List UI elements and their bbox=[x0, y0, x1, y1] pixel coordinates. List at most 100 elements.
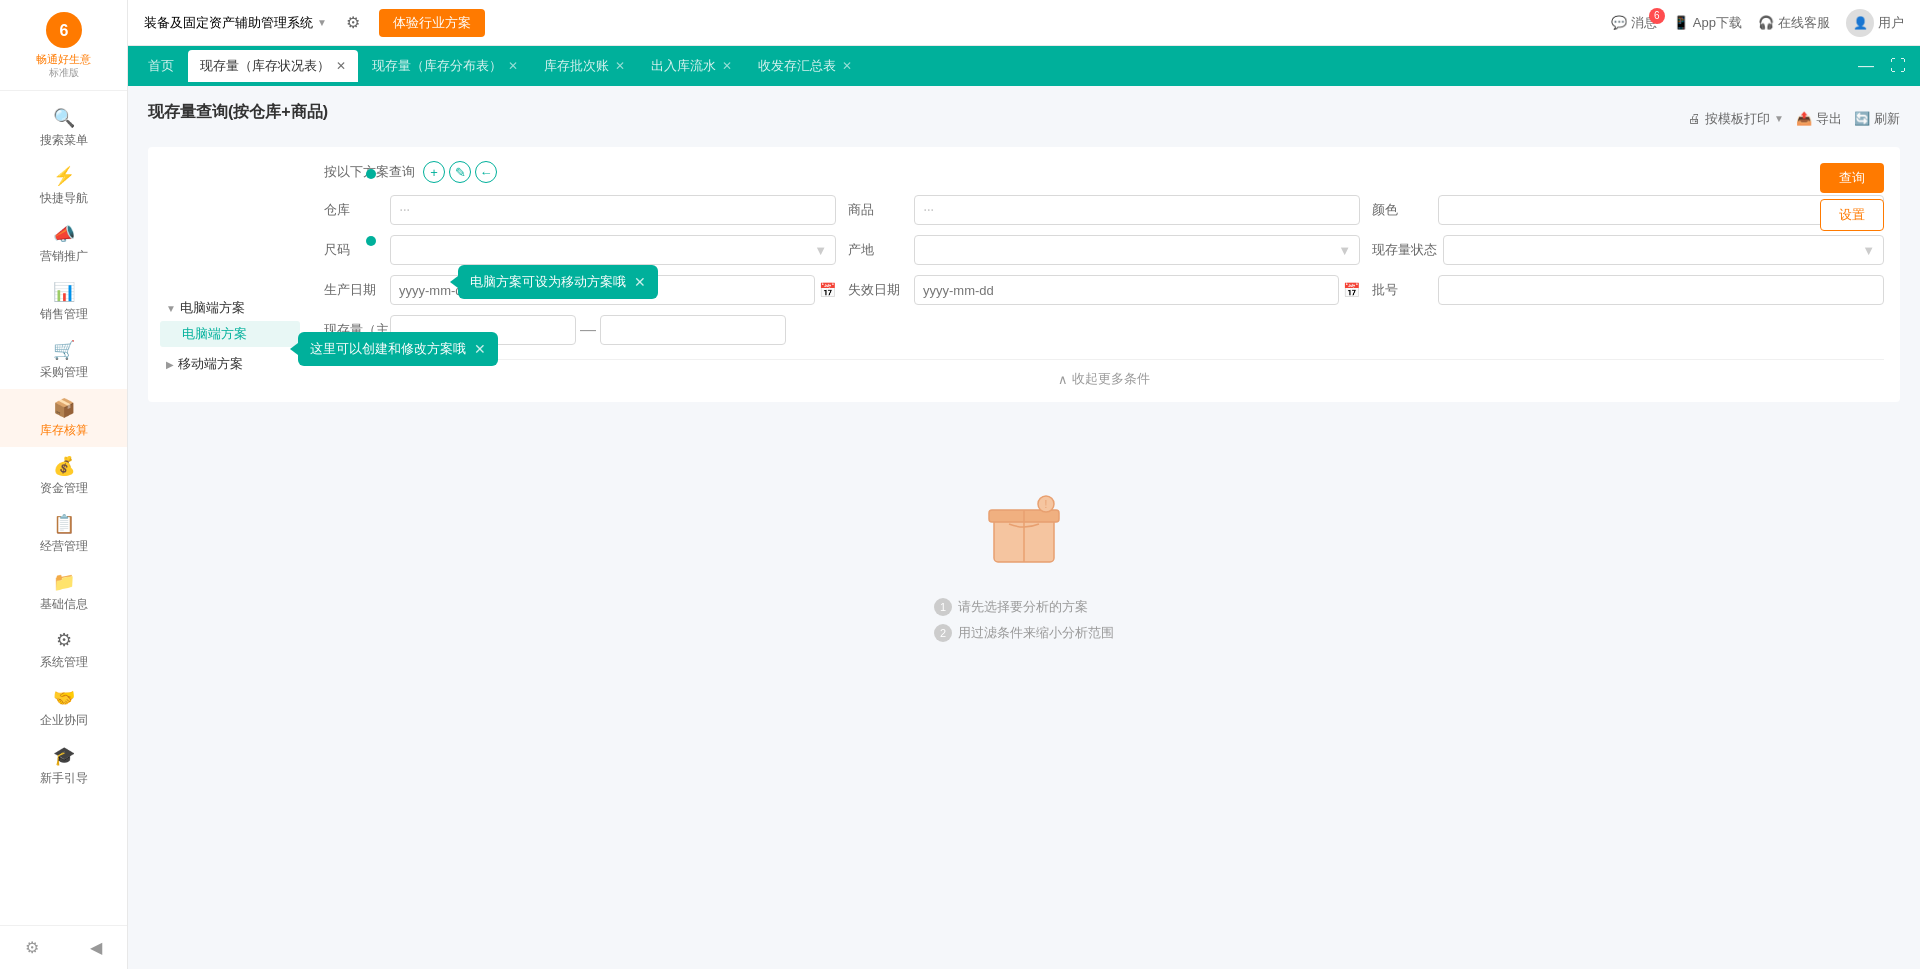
sidebar-item-purchase[interactable]: 🛒 采购管理 bbox=[0, 331, 127, 389]
sidebar-settings-btn[interactable]: ⚙ bbox=[17, 934, 47, 961]
scheme-group-mobile: ▶ 移动端方案 bbox=[160, 351, 300, 377]
system-selector[interactable]: 装备及固定资产辅助管理系统 ▼ bbox=[144, 14, 327, 32]
tab-batch-account-close[interactable]: ✕ bbox=[615, 59, 625, 73]
logo-badge: 标准版 bbox=[49, 66, 79, 80]
refresh-label: 刷新 bbox=[1874, 110, 1900, 128]
color-select[interactable]: ▼ bbox=[1438, 195, 1884, 225]
size-select[interactable]: ▼ bbox=[390, 235, 836, 265]
stock-status-select[interactable]: ▼ bbox=[1443, 235, 1884, 265]
app-download-action[interactable]: 📱 App下载 bbox=[1673, 14, 1742, 32]
batch-input[interactable] bbox=[1438, 275, 1884, 305]
origin-select[interactable]: ▼ bbox=[914, 235, 1360, 265]
goods-select[interactable]: ··· bbox=[914, 195, 1360, 225]
search-btn[interactable]: 查询 bbox=[1820, 163, 1884, 193]
filter-item-stock-status: 现存量状态 ▼ bbox=[1372, 235, 1884, 265]
scheme-group-desktop: ▼ 电脑端方案 电脑端方案 bbox=[160, 295, 300, 347]
sidebar-item-management[interactable]: 📋 经营管理 bbox=[0, 505, 127, 563]
sidebar-item-guide-label: 新手引导 bbox=[40, 770, 88, 787]
sidebar-item-finance[interactable]: 💰 资金管理 bbox=[0, 447, 127, 505]
filter-actions: + ✎ ← bbox=[423, 161, 497, 183]
exp-date-icon[interactable]: 📅 bbox=[1343, 282, 1360, 298]
range-sep: — bbox=[580, 321, 596, 339]
header-settings-btn[interactable]: ⚙ bbox=[339, 9, 367, 37]
mfg-label: 生产日期 bbox=[324, 281, 384, 299]
warehouse-select[interactable]: ··· bbox=[390, 195, 836, 225]
sidebar-item-guide[interactable]: 🎓 新手引导 bbox=[0, 737, 127, 795]
stock-status-label: 现存量状态 bbox=[1372, 241, 1437, 259]
sidebar-item-marketing[interactable]: 📣 营销推广 bbox=[0, 215, 127, 273]
reset-btn[interactable]: 设置 bbox=[1820, 199, 1884, 231]
sidebar-item-inventory[interactable]: 📦 库存核算 bbox=[0, 389, 127, 447]
mfg-date-icon[interactable]: 📅 bbox=[819, 282, 836, 298]
support-action[interactable]: 🎧 在线客服 bbox=[1758, 14, 1830, 32]
tabs-bar: 首页 现存量（库存状况表） ✕ 现存量（库存分布表） ✕ 库存批次账 ✕ 出入库… bbox=[128, 46, 1920, 86]
sales-icon: 📊 bbox=[53, 281, 75, 303]
sidebar-bottom: ⚙ ◀ bbox=[0, 925, 127, 969]
tab-flow-close[interactable]: ✕ bbox=[722, 59, 732, 73]
scheme-tip-popup: 电脑方案可设为移动方案哦 ✕ bbox=[458, 265, 658, 299]
scheme-edit-close[interactable]: ✕ bbox=[474, 341, 486, 357]
exp-date-start[interactable] bbox=[914, 275, 1339, 305]
sidebar-item-sales[interactable]: 📊 销售管理 bbox=[0, 273, 127, 331]
filter-row-1: 仓库 ··· 商品 ··· 颜色 bbox=[324, 195, 1884, 225]
messages-badge: 6 bbox=[1649, 8, 1665, 24]
inventory-icon: 📦 bbox=[53, 397, 75, 419]
tab-stock-status[interactable]: 现存量（库存状况表） ✕ bbox=[188, 50, 358, 82]
filter-footer: ∧ 收起更多条件 bbox=[324, 359, 1884, 388]
warehouse-dots: ··· bbox=[399, 201, 409, 219]
purchase-icon: 🛒 bbox=[53, 339, 75, 361]
support-label: 在线客服 bbox=[1778, 14, 1830, 32]
collapse-btn[interactable]: ∧ 收起更多条件 bbox=[1058, 370, 1150, 388]
tabs-maximize-btn[interactable]: ⛶ bbox=[1884, 53, 1912, 79]
stock-main-end[interactable] bbox=[600, 315, 786, 345]
scheme-group-desktop-label: 电脑端方案 bbox=[180, 299, 245, 317]
sidebar-item-quick-nav[interactable]: ⚡ 快捷导航 bbox=[0, 157, 127, 215]
scheme-group-desktop-header[interactable]: ▼ 电脑端方案 bbox=[160, 295, 300, 321]
sidebar-item-basic-info-label: 基础信息 bbox=[40, 596, 88, 613]
scheme-desktop-item[interactable]: 电脑端方案 bbox=[160, 321, 300, 347]
sidebar-item-system[interactable]: ⚙ 系统管理 bbox=[0, 621, 127, 679]
scheme-tip-close[interactable]: ✕ bbox=[634, 274, 646, 290]
scheme-group-mobile-header[interactable]: ▶ 移动端方案 bbox=[160, 351, 300, 377]
svg-text:6: 6 bbox=[59, 22, 68, 39]
tab-stock-dist-close[interactable]: ✕ bbox=[508, 59, 518, 73]
export-btn[interactable]: 📤 导出 bbox=[1796, 110, 1842, 128]
sidebar-item-search[interactable]: 🔍 搜索菜单 bbox=[0, 99, 127, 157]
refresh-btn[interactable]: 🔄 刷新 bbox=[1854, 110, 1900, 128]
sidebar-item-enterprise[interactable]: 🤝 企业协同 bbox=[0, 679, 127, 737]
tab-summary[interactable]: 收发存汇总表 ✕ bbox=[746, 50, 864, 82]
collapse-label: 收起更多条件 bbox=[1072, 370, 1150, 388]
tab-stock-status-close[interactable]: ✕ bbox=[336, 59, 346, 73]
size-chevron: ▼ bbox=[814, 243, 827, 258]
messages-action[interactable]: 💬 消息 6 bbox=[1611, 14, 1657, 32]
print-btn[interactable]: 🖨 按模板打印 ▼ bbox=[1688, 110, 1784, 128]
add-filter-btn[interactable]: + bbox=[423, 161, 445, 183]
tab-home[interactable]: 首页 bbox=[136, 50, 186, 82]
highlight-dot-2 bbox=[366, 236, 376, 246]
filter-item-size: 尺码 ▼ bbox=[324, 235, 836, 265]
system-name: 装备及固定资产辅助管理系统 bbox=[144, 14, 313, 32]
search-btn-group: 查询 设置 bbox=[1820, 163, 1884, 231]
industry-btn[interactable]: 体验行业方案 bbox=[379, 9, 485, 37]
warehouse-label: 仓库 bbox=[324, 201, 384, 219]
scheme-edit-text: 这里可以创建和修改方案哦 bbox=[310, 340, 466, 358]
empty-illustration: ! bbox=[974, 482, 1074, 582]
exp-label: 失效日期 bbox=[848, 281, 908, 299]
marketing-icon: 📣 bbox=[53, 223, 75, 245]
tab-stock-dist[interactable]: 现存量（库存分布表） ✕ bbox=[360, 50, 530, 82]
back-filter-btn[interactable]: ← bbox=[475, 161, 497, 183]
tab-flow[interactable]: 出入库流水 ✕ bbox=[639, 50, 744, 82]
edit-filter-btn[interactable]: ✎ bbox=[449, 161, 471, 183]
tab-batch-account[interactable]: 库存批次账 ✕ bbox=[532, 50, 637, 82]
basic-info-icon: 📁 bbox=[53, 571, 75, 593]
user-action[interactable]: 👤 用户 bbox=[1846, 9, 1904, 37]
sidebar-collapse-btn[interactable]: ◀ bbox=[82, 934, 110, 961]
sidebar-logo: 6 畅通好生意 标准版 bbox=[0, 0, 127, 91]
origin-label: 产地 bbox=[848, 241, 908, 259]
sidebar-item-basic-info[interactable]: 📁 基础信息 bbox=[0, 563, 127, 621]
tab-summary-close[interactable]: ✕ bbox=[842, 59, 852, 73]
filter-item-batch: 批号 bbox=[1372, 275, 1884, 305]
filter-item-warehouse: 仓库 ··· bbox=[324, 195, 836, 225]
tabs-minimize-btn[interactable]: — bbox=[1852, 53, 1880, 79]
export-label: 导出 bbox=[1816, 110, 1842, 128]
